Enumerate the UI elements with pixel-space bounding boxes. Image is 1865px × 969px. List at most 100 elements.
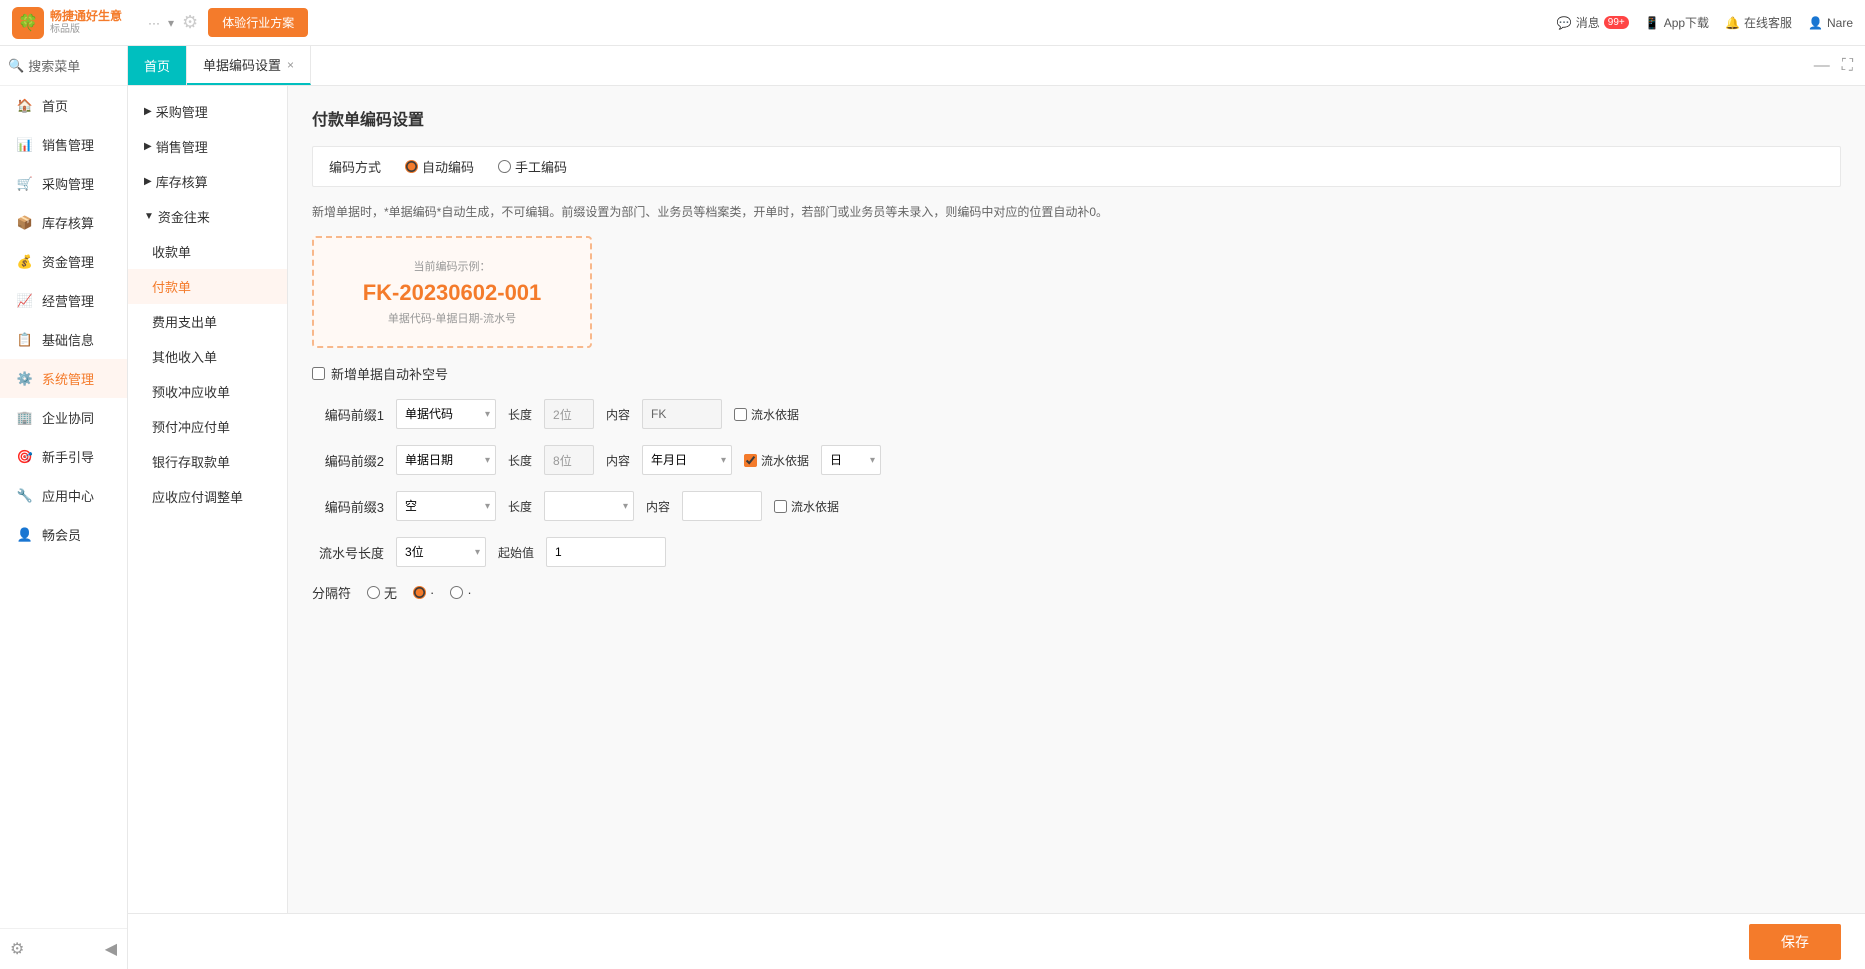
menu-item-other-income[interactable]: 其他收入单 — [128, 339, 287, 374]
menu-item-receipt[interactable]: 收款单 — [128, 234, 287, 269]
sidebar-item-label: 资金管理 — [42, 252, 94, 271]
sidebar-item-guide[interactable]: 🎯 新手引导 — [0, 437, 127, 476]
auto-code-radio[interactable] — [405, 160, 418, 173]
prefix1-watermark-label[interactable]: 流水依据 — [734, 406, 799, 423]
menu-label: 其他收入单 — [152, 347, 217, 366]
collapse-icon[interactable]: ◀ — [105, 939, 117, 959]
separator-none-option[interactable]: 无 — [367, 583, 397, 602]
tab-encoding[interactable]: 单据编码设置 × — [187, 46, 311, 85]
sidebar-item-system[interactable]: ⚙️ 系统管理 — [0, 359, 127, 398]
prefix3-content-input[interactable] — [682, 491, 762, 521]
menu-item-bank[interactable]: 银行存取款单 — [128, 444, 287, 479]
sidebar-item-sales[interactable]: 📊 销售管理 — [0, 125, 127, 164]
prefix1-select[interactable]: 单据代码 部门 业务员 — [396, 399, 496, 429]
sidebar-item-label: 应用中心 — [42, 486, 94, 505]
sidebar-item-inventory[interactable]: 📦 库存核算 — [0, 203, 127, 242]
prefix2-watermark-checkbox[interactable] — [744, 454, 757, 467]
sidebar-item-label: 系统管理 — [42, 369, 94, 388]
menu-item-payment[interactable]: 付款单 — [128, 269, 287, 304]
sidebar-item-label: 销售管理 — [42, 135, 94, 154]
search-menu[interactable]: 🔍 搜索菜单 — [0, 46, 127, 86]
prefix2-select[interactable]: 单据日期 部门 — [396, 445, 496, 475]
prefix3-length-select-wrapper[interactable] — [544, 491, 634, 521]
sidebar-item-company[interactable]: 🏢 企业协同 — [0, 398, 127, 437]
prefix3-watermark-checkbox[interactable] — [774, 500, 787, 513]
chevron-down-icon: ▼ — [144, 211, 154, 222]
service-label: 在线客服 — [1744, 14, 1792, 31]
menu-label: 资金往来 — [158, 207, 210, 226]
message-icon: 💬 — [1557, 16, 1572, 30]
chevron-right-icon: ▶ — [144, 106, 152, 117]
dropdown-text: ··· — [148, 16, 160, 30]
menu-item-prepay-receivable[interactable]: 预收冲应收单 — [128, 374, 287, 409]
menu-item-purchase[interactable]: ▶ 采购管理 — [128, 94, 287, 129]
separator-dash-option[interactable]: · — [450, 585, 471, 600]
settings-bottom-icon[interactable]: ⚙ — [10, 939, 24, 959]
minimize-icon[interactable]: — — [1810, 53, 1834, 79]
prefix3-watermark-label[interactable]: 流水依据 — [774, 498, 839, 515]
serial-start-input[interactable] — [546, 537, 666, 567]
service-icon: 🔔 — [1725, 16, 1740, 30]
serial-length-select[interactable]: 3位 4位 5位 — [396, 537, 486, 567]
prefix1-watermark-checkbox[interactable] — [734, 408, 747, 421]
prefix3-length-select[interactable] — [544, 491, 634, 521]
sidebar-item-finance[interactable]: 💰 资金管理 — [0, 242, 127, 281]
prefix3-content-label: 内容 — [646, 498, 670, 515]
menu-item-ap-ar-adjust[interactable]: 应收应付调整单 — [128, 479, 287, 514]
prefix3-select[interactable]: 空 部门 业务员 — [396, 491, 496, 521]
serial-row: 流水号长度 3位 4位 5位 起始值 — [312, 537, 1841, 567]
auto-code-option[interactable]: 自动编码 — [405, 157, 474, 176]
menu-item-capital[interactable]: ▼ 资金往来 — [128, 199, 287, 234]
save-button[interactable]: 保存 — [1749, 924, 1841, 960]
tab-close-icon[interactable]: × — [287, 58, 294, 72]
prefix2-unit-select-wrapper[interactable]: 日 月 年 — [821, 445, 881, 475]
menu-item-expense[interactable]: 费用支出单 — [128, 304, 287, 339]
sidebar-bottom: ⚙ ◀ — [0, 928, 127, 969]
separator-dot-radio[interactable] — [413, 586, 426, 599]
menu-item-prepay-payable[interactable]: 预付冲应付单 — [128, 409, 287, 444]
top-bar-right: 💬 消息 99+ 📱 App下载 🔔 在线客服 👤 Nare — [1557, 14, 1853, 31]
prefix2-watermark-text: 流水依据 — [761, 452, 809, 469]
serial-length-select-wrapper[interactable]: 3位 4位 5位 — [396, 537, 486, 567]
prefix3-select-wrapper[interactable]: 空 部门 业务员 — [396, 491, 496, 521]
preview-desc: 单据代码-单据日期-流水号 — [344, 310, 560, 326]
prefix2-content-select-wrapper[interactable]: 年月日 年月 — [642, 445, 732, 475]
form-area: 付款单编码设置 编码方式 自动编码 手工编码 — [288, 86, 1865, 913]
sidebar-item-basic[interactable]: 📋 基础信息 — [0, 320, 127, 359]
online-service-btn[interactable]: 🔔 在线客服 — [1725, 14, 1792, 31]
manual-code-option[interactable]: 手工编码 — [498, 157, 567, 176]
sidebar-item-purchase[interactable]: 🛒 采购管理 — [0, 164, 127, 203]
separator-dot-label: · — [430, 585, 434, 600]
sidebar-item-operations[interactable]: 📈 经营管理 — [0, 281, 127, 320]
brand-name: 畅捷通好生意 — [50, 9, 122, 23]
experience-button[interactable]: 体验行业方案 — [208, 8, 308, 37]
prefix2-unit-select[interactable]: 日 月 年 — [821, 445, 881, 475]
top-bar: 🍀 畅捷通好生意 标品版 ··· ▾ ⚙ 体验行业方案 💬 消息 99+ 📱 — [0, 0, 1865, 46]
prefix1-select-wrapper[interactable]: 单据代码 部门 业务员 — [396, 399, 496, 429]
user-avatar[interactable]: 👤 Nare — [1808, 16, 1853, 30]
sidebar-item-label: 库存核算 — [42, 213, 94, 232]
menu-item-inventory-calc[interactable]: ▶ 库存核算 — [128, 164, 287, 199]
settings-icon[interactable]: ⚙ — [182, 12, 198, 33]
prefix2-watermark-label[interactable]: 流水依据 — [744, 452, 809, 469]
prefix2-select-wrapper[interactable]: 单据日期 部门 — [396, 445, 496, 475]
sidebar-item-home[interactable]: 🏠 首页 — [0, 86, 127, 125]
message-btn[interactable]: 💬 消息 99+ — [1557, 14, 1629, 31]
bottom-bar: 保存 — [128, 913, 1865, 969]
tab-home[interactable]: 首页 — [128, 46, 187, 85]
manual-code-radio[interactable] — [498, 160, 511, 173]
sidebar: 🔍 搜索菜单 🏠 首页 📊 销售管理 🛒 采购管理 📦 库存 — [0, 46, 128, 969]
separator-none-radio[interactable] — [367, 586, 380, 599]
auto-fill-checkbox[interactable] — [312, 367, 325, 380]
prefix2-content-select[interactable]: 年月日 年月 — [642, 445, 732, 475]
maximize-icon[interactable]: ⛶ — [1838, 53, 1857, 79]
sidebar-item-apps[interactable]: 🔧 应用中心 — [0, 476, 127, 515]
dropdown-arrow-icon[interactable]: ▾ — [168, 16, 174, 30]
menu-item-sales[interactable]: ▶ 销售管理 — [128, 129, 287, 164]
separator-dot-option[interactable]: · — [413, 585, 434, 600]
prefix1-label: 编码前缀1 — [312, 405, 384, 424]
separator-dash-radio[interactable] — [450, 586, 463, 599]
app-download-btn[interactable]: 📱 App下载 — [1645, 14, 1709, 31]
sidebar-item-member[interactable]: 👤 畅会员 — [0, 515, 127, 554]
username: Nare — [1827, 16, 1853, 30]
